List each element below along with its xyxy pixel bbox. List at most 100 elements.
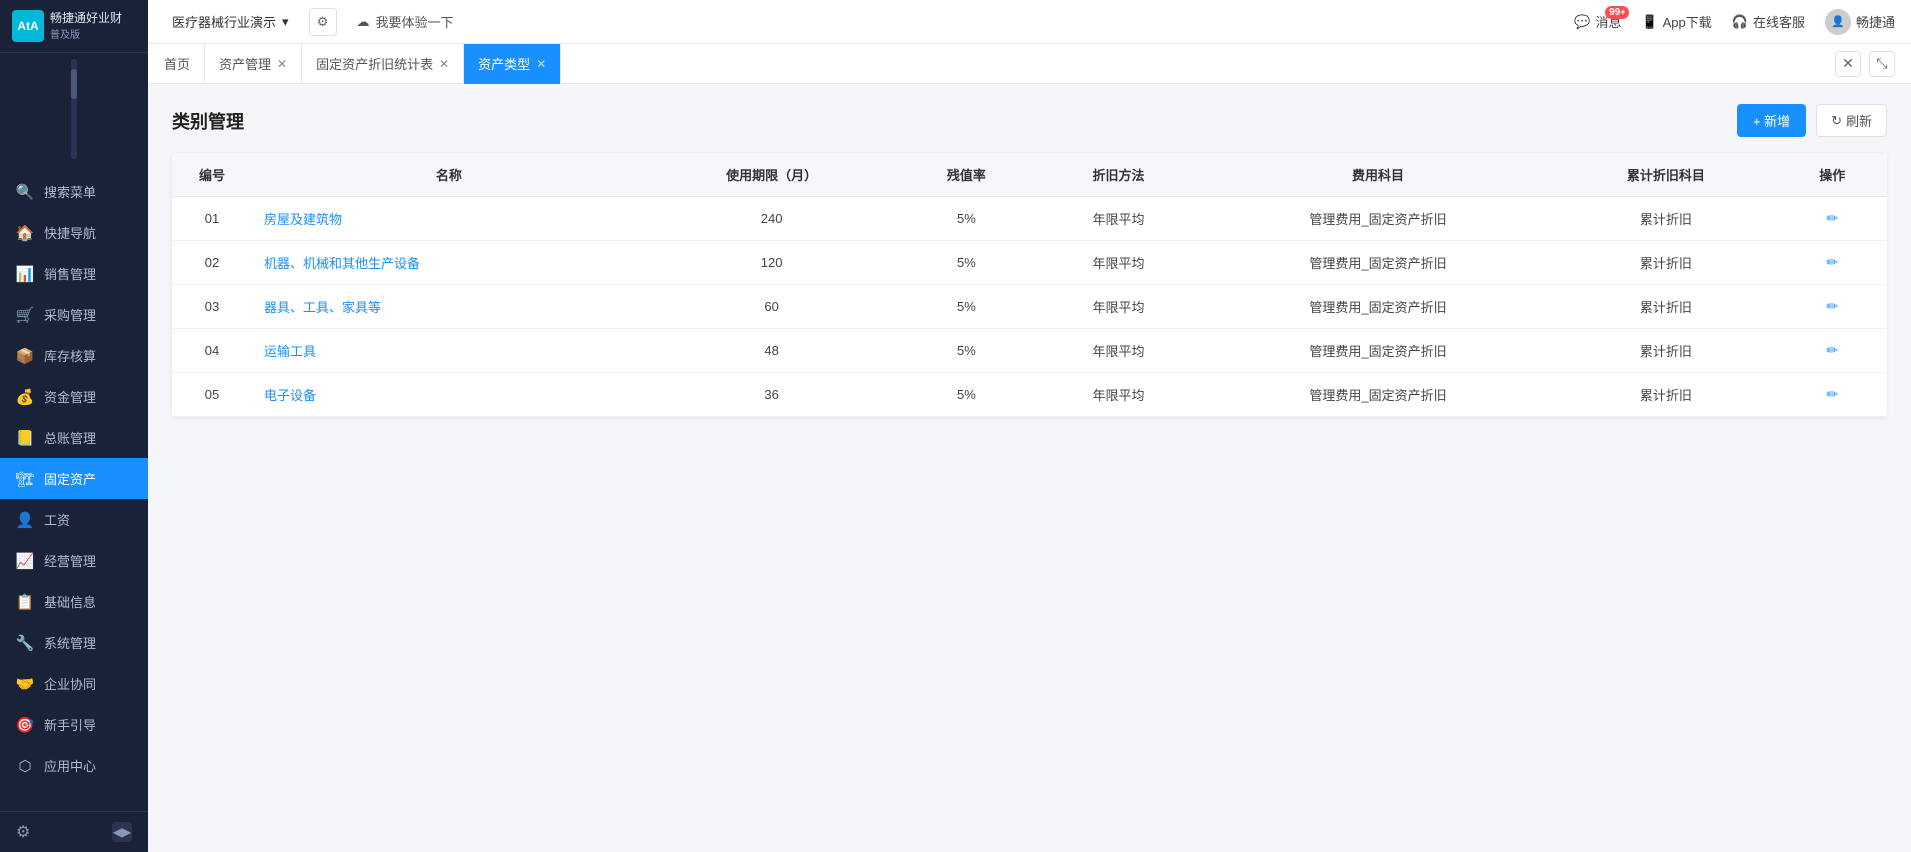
page-content: 类别管理 + 新增 ↻ 刷新 编号名称使用期限（月）残值率折旧方法费用科目累计折… xyxy=(148,84,1911,852)
notification-icon: 💬 xyxy=(1574,14,1590,30)
refresh-label: 刷新 xyxy=(1846,111,1872,130)
app-download-item[interactable]: 📱 App下载 xyxy=(1641,12,1711,31)
fixedassets-icon: 🏗 xyxy=(16,470,34,488)
tab-close-icon[interactable]: ✕ xyxy=(439,57,449,71)
row-action[interactable]: ✏ xyxy=(1778,285,1887,329)
tab-close-btn[interactable]: ✕ xyxy=(1835,51,1861,77)
row-expense: 管理费用_固定资产折旧 xyxy=(1202,241,1555,285)
sidebar-nav: 🔍 搜索菜单 🏠 快捷导航 📊 销售管理 🛒 采购管理 📦 库存核算 💰 资金管… xyxy=(0,165,148,811)
edit-icon[interactable]: ✏ xyxy=(1826,298,1838,314)
tab-资产类型[interactable]: 资产类型✕ xyxy=(464,44,561,84)
tab-固定资产折旧统计表[interactable]: 固定资产折旧统计表 ✕ xyxy=(302,44,464,84)
column-header: 操作 xyxy=(1778,153,1887,197)
customer-service-item[interactable]: 🎧 在线客服 xyxy=(1732,12,1805,31)
row-period: 36 xyxy=(646,373,898,417)
row-id: 04 xyxy=(172,329,252,373)
tab-close-icon[interactable]: ✕ xyxy=(536,57,546,71)
table-row: 02 机器、机械和其他生产设备 120 5% 年限平均 管理费用_固定资产折旧 … xyxy=(172,241,1887,285)
tab-资产管理[interactable]: 资产管理 ✕ xyxy=(205,44,302,84)
row-action[interactable]: ✏ xyxy=(1778,241,1887,285)
company-name: 医疗器械行业演示 xyxy=(172,12,276,31)
sidebar-item-ledger[interactable]: 📒 总账管理 xyxy=(0,417,148,458)
edit-icon[interactable]: ✏ xyxy=(1826,254,1838,270)
row-action[interactable]: ✏ xyxy=(1778,373,1887,417)
page-header: 类别管理 + 新增 ↻ 刷新 xyxy=(172,104,1887,137)
sidebar-item-label: 经营管理 xyxy=(44,551,96,570)
topbar: 医疗器械行业演示 ▾ ⚙ ☁ 我要体验一下 💬 消息 99 📱 App下载 🎧 … xyxy=(148,0,1911,44)
sidebar-item-label: 基础信息 xyxy=(44,592,96,611)
sidebar-item-payroll[interactable]: 👤 工资 xyxy=(0,499,148,540)
sidebar-footer: ⚙ ◀▶ xyxy=(0,811,148,852)
refresh-button[interactable]: ↻ 刷新 xyxy=(1816,104,1887,137)
row-residual: 5% xyxy=(897,329,1035,373)
sidebar-item-operations[interactable]: 📈 经营管理 xyxy=(0,540,148,581)
edit-icon[interactable]: ✏ xyxy=(1826,386,1838,402)
row-action[interactable]: ✏ xyxy=(1778,197,1887,241)
row-method: 年限平均 xyxy=(1035,373,1201,417)
column-header: 累计折旧科目 xyxy=(1554,153,1777,197)
cooperation-icon: 🤝 xyxy=(16,675,34,693)
row-id: 02 xyxy=(172,241,252,285)
row-period: 60 xyxy=(646,285,898,329)
user-item[interactable]: 👤 畅捷通 xyxy=(1825,9,1895,35)
sidebar: AtA 畅捷通好业财 普及版 🔍 搜索菜单 🏠 快捷导航 📊 销售管理 🛒 采购… xyxy=(0,0,148,852)
sidebar-item-sales[interactable]: 📊 销售管理 xyxy=(0,253,148,294)
sidebar-item-label: 企业协同 xyxy=(44,674,96,693)
row-accumulated: 累计折旧 xyxy=(1554,329,1777,373)
row-action[interactable]: ✏ xyxy=(1778,329,1887,373)
sidebar-logo: AtA 畅捷通好业财 普及版 xyxy=(0,0,148,53)
search-icon: 🔍 xyxy=(16,183,34,201)
ledger-icon: 📒 xyxy=(16,429,34,447)
sidebar-item-appcenter[interactable]: ⬡ 应用中心 xyxy=(0,745,148,786)
tab-首页[interactable]: 首页 xyxy=(164,44,205,84)
row-name: 器具、工具、家具等 xyxy=(252,285,646,329)
sidebar-item-purchase[interactable]: 🛒 采购管理 xyxy=(0,294,148,335)
company-selector[interactable]: 医疗器械行业演示 ▾ xyxy=(164,8,297,35)
table-row: 03 器具、工具、家具等 60 5% 年限平均 管理费用_固定资产折旧 累计折旧… xyxy=(172,285,1887,329)
row-expense: 管理费用_固定资产折旧 xyxy=(1202,285,1555,329)
sidebar-item-search[interactable]: 🔍 搜索菜单 xyxy=(0,171,148,212)
customer-service-label: 在线客服 xyxy=(1753,12,1805,31)
app-version: 普及版 xyxy=(50,26,122,41)
sidebar-item-guide[interactable]: 🎯 新手引导 xyxy=(0,704,148,745)
sidebar-item-label: 系统管理 xyxy=(44,633,96,652)
tab-expand-btn[interactable]: ⤡ xyxy=(1869,51,1895,77)
tab-label: 资产管理 xyxy=(219,54,271,73)
app-name: 畅捷通好业财 xyxy=(50,11,122,27)
app-download-icon: 📱 xyxy=(1641,14,1657,30)
sidebar-item-inventory[interactable]: 📦 库存核算 xyxy=(0,335,148,376)
sidebar-item-quicknav[interactable]: 🏠 快捷导航 xyxy=(0,212,148,253)
app-logo-icon: AtA xyxy=(12,10,44,42)
topbar-settings-btn[interactable]: ⚙ xyxy=(309,8,337,36)
sidebar-item-capital[interactable]: 💰 资金管理 xyxy=(0,376,148,417)
tab-label: 固定资产折旧统计表 xyxy=(316,54,433,73)
topbar-right: 💬 消息 99 📱 App下载 🎧 在线客服 👤 畅捷通 xyxy=(1574,9,1895,35)
tab-close-icon[interactable]: ✕ xyxy=(277,57,287,71)
row-id: 03 xyxy=(172,285,252,329)
page-title: 类别管理 xyxy=(172,108,244,134)
row-residual: 5% xyxy=(897,241,1035,285)
sidebar-item-fixedassets[interactable]: 🏗 固定资产 xyxy=(0,458,148,499)
sidebar-item-system[interactable]: 🔧 系统管理 xyxy=(0,622,148,663)
experience-btn[interactable]: ☁ 我要体验一下 xyxy=(349,8,462,35)
column-header: 残值率 xyxy=(897,153,1035,197)
edit-icon[interactable]: ✏ xyxy=(1826,342,1838,358)
new-button[interactable]: + 新增 xyxy=(1737,104,1806,137)
settings-icon[interactable]: ⚙ xyxy=(16,822,30,842)
sidebar-collapse-btn[interactable]: ◀▶ xyxy=(112,822,132,842)
row-period: 240 xyxy=(646,197,898,241)
dropdown-icon: ▾ xyxy=(282,14,289,30)
column-header: 费用科目 xyxy=(1202,153,1555,197)
inventory-icon: 📦 xyxy=(16,347,34,365)
notification-item[interactable]: 💬 消息 99 xyxy=(1574,12,1621,31)
sidebar-item-basicinfo[interactable]: 📋 基础信息 xyxy=(0,581,148,622)
row-name: 电子设备 xyxy=(252,373,646,417)
row-id: 01 xyxy=(172,197,252,241)
refresh-icon: ↻ xyxy=(1831,113,1842,129)
cloud-icon: ☁ xyxy=(357,14,370,30)
sidebar-item-cooperation[interactable]: 🤝 企业协同 xyxy=(0,663,148,704)
user-label: 畅捷通 xyxy=(1856,12,1895,31)
avatar: 👤 xyxy=(1825,9,1851,35)
row-method: 年限平均 xyxy=(1035,329,1201,373)
edit-icon[interactable]: ✏ xyxy=(1826,210,1838,226)
